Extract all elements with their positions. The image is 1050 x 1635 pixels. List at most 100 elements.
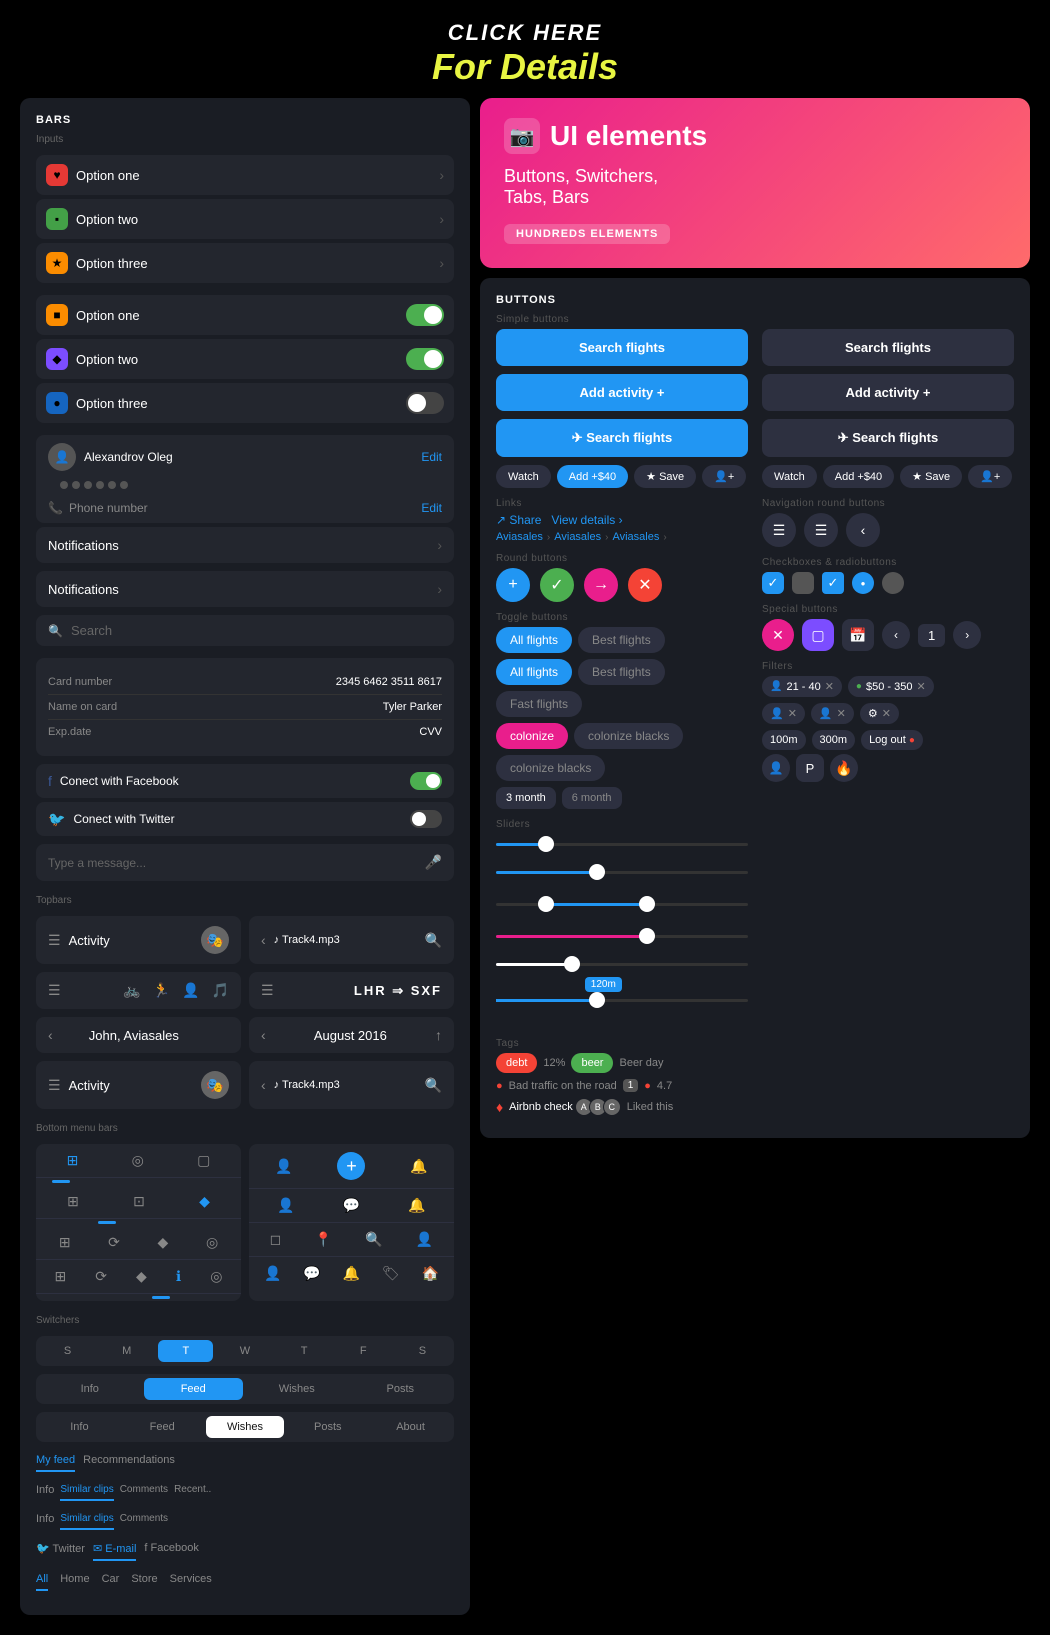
topbar-activity-1[interactable]: ☰ Activity 🎭: [36, 916, 241, 964]
facebook-toggle[interactable]: [410, 772, 442, 790]
search-flights-icon-btn-dark-1[interactable]: ✈ Search flights: [762, 419, 1014, 457]
toggle-two-switch[interactable]: [406, 348, 444, 370]
round-x-btn[interactable]: ✕: [628, 568, 662, 602]
special-square-btn[interactable]: ▢: [802, 619, 834, 651]
fp-x-2[interactable]: ✕: [837, 707, 846, 720]
connect-facebook[interactable]: f Conect with Facebook: [36, 764, 454, 798]
bm2-icon-9[interactable]: 👤: [416, 1231, 433, 1248]
filter-fire-btn[interactable]: 🔥: [830, 754, 858, 782]
bm2-icon-11[interactable]: 💬: [303, 1265, 320, 1282]
bm2-icon-13[interactable]: 🏷: [382, 1265, 400, 1282]
tab-feed-2[interactable]: Feed: [123, 1416, 202, 1438]
add-activity-btn-1[interactable]: Add activity +: [496, 374, 748, 411]
utab-services[interactable]: Services: [170, 1569, 212, 1591]
utab-car[interactable]: Car: [102, 1569, 120, 1591]
profile-edit-button[interactable]: Edit: [421, 450, 442, 464]
special-calendar-btn[interactable]: 📅: [842, 619, 874, 651]
bm-icon-6[interactable]: ◆: [199, 1193, 210, 1210]
bm2-icon-2[interactable]: 🔔: [410, 1158, 427, 1175]
nav-menu-btn-2[interactable]: ☰: [804, 513, 838, 547]
6month-btn[interactable]: 6 month: [562, 787, 622, 809]
bm2-icon-12[interactable]: 🔔: [343, 1265, 360, 1282]
bm-icon-9[interactable]: ◆: [158, 1234, 169, 1251]
colonize-blacks-btn-2[interactable]: colonize blacks: [496, 755, 605, 781]
utab-recent-1[interactable]: Recent..: [174, 1480, 211, 1501]
special-back-btn[interactable]: ‹: [882, 621, 910, 649]
tab-info-2[interactable]: Info: [40, 1416, 119, 1438]
bm2-icon-10[interactable]: 👤: [264, 1265, 281, 1282]
topbar-track-1[interactable]: ‹ ♪ Track4.mp3 🔍: [249, 916, 454, 964]
bm2-icon-1[interactable]: 👤: [275, 1158, 292, 1175]
search-flights-btn-1[interactable]: Search flights: [496, 329, 748, 366]
utab-home[interactable]: Home: [60, 1569, 89, 1591]
utab-email[interactable]: ✉ E-mail: [93, 1538, 136, 1561]
fast-flights-btn[interactable]: Fast flights: [496, 691, 582, 717]
checkbox-checked-2[interactable]: ✓: [822, 572, 844, 594]
tab-t2[interactable]: T: [277, 1340, 332, 1362]
tab-w1[interactable]: W: [217, 1340, 272, 1362]
checkbox-checked-1[interactable]: ✓: [762, 572, 784, 594]
notification-bar-2[interactable]: Notifications ›: [36, 571, 454, 607]
toggle-three-switch[interactable]: [406, 392, 444, 414]
logout-btn[interactable]: Log out ●: [861, 730, 923, 750]
breadcrumb-2[interactable]: Aviasales: [554, 531, 601, 543]
utab-comments-2[interactable]: Comments: [120, 1509, 168, 1530]
all-flights-btn-1[interactable]: All flights: [496, 627, 572, 653]
topbar-john[interactable]: ‹ John, Aviasales: [36, 1017, 241, 1053]
share-link[interactable]: ↗ Share: [496, 513, 541, 527]
bm-icon-8[interactable]: ⟳: [108, 1234, 120, 1251]
bm2-icon-8[interactable]: 🔍: [365, 1231, 382, 1248]
bm-icon-3[interactable]: ▢: [197, 1152, 210, 1169]
plus-circle-btn[interactable]: +: [337, 1152, 365, 1180]
toggle-item-two[interactable]: ◆ Option two: [36, 339, 454, 379]
tab-s2[interactable]: S: [395, 1340, 450, 1362]
utab-store[interactable]: Store: [131, 1569, 157, 1591]
list-item-option-one[interactable]: ♥ Option one ›: [36, 155, 454, 195]
utab-myfeed[interactable]: My feed: [36, 1450, 75, 1472]
round-arrow-btn[interactable]: →: [584, 568, 618, 602]
toggle-one-switch[interactable]: [406, 304, 444, 326]
tab-about-2[interactable]: About: [371, 1416, 450, 1438]
bm-icon-1[interactable]: ⊞: [67, 1152, 79, 1169]
save-btn-1[interactable]: ★ Save: [634, 465, 696, 488]
search-bar[interactable]: 🔍: [36, 615, 454, 646]
add-price-btn-1[interactable]: Add +$40: [557, 465, 628, 488]
radio-selected-1[interactable]: ●: [852, 572, 874, 594]
special-fwd-btn[interactable]: ›: [953, 621, 981, 649]
utab-similar-1[interactable]: Similar clips: [60, 1480, 113, 1501]
utab-all[interactable]: All: [36, 1569, 48, 1591]
bm2-icon-3[interactable]: 👤: [277, 1197, 294, 1214]
bm-icon-14[interactable]: ℹ: [176, 1268, 181, 1285]
add-price-btn-2[interactable]: Add +$40: [823, 465, 894, 488]
utab-similar-2[interactable]: Similar clips: [60, 1509, 113, 1530]
follow-btn-2[interactable]: 👤+: [968, 465, 1012, 488]
colonize-btn-1[interactable]: colonize: [496, 723, 568, 749]
tab-info-1[interactable]: Info: [40, 1378, 140, 1400]
filter-person-btn[interactable]: 👤: [762, 754, 790, 782]
search-flights-btn-dark-1[interactable]: Search flights: [762, 329, 1014, 366]
topbar-track-2[interactable]: ‹ ♪ Track4.mp3 🔍: [249, 1061, 454, 1109]
bm-icon-2[interactable]: ◎: [132, 1152, 144, 1169]
tab-posts-1[interactable]: Posts: [351, 1378, 451, 1400]
utab-twitter[interactable]: 🐦 Twitter: [36, 1538, 85, 1561]
phone-edit-button[interactable]: Edit: [421, 501, 442, 515]
nav-menu-btn[interactable]: ☰: [762, 513, 796, 547]
slider-2-thumb[interactable]: [589, 864, 605, 880]
tab-s1[interactable]: S: [40, 1340, 95, 1362]
bm-icon-5[interactable]: ⊡: [133, 1193, 145, 1210]
slider-6-thumb[interactable]: [589, 992, 605, 1008]
list-item-option-two[interactable]: ▪ Option two ›: [36, 199, 454, 239]
tab-m1[interactable]: M: [99, 1340, 154, 1362]
bm2-icon-14[interactable]: 🏠: [422, 1265, 439, 1282]
filter-age-x[interactable]: ✕: [825, 680, 834, 693]
watch-btn-2[interactable]: Watch: [762, 465, 817, 488]
bm-icon-13[interactable]: ◆: [136, 1268, 147, 1285]
search-input[interactable]: [71, 623, 442, 638]
bm-icon-10[interactable]: ◎: [206, 1234, 218, 1251]
tab-wishes-1[interactable]: Wishes: [247, 1378, 347, 1400]
utab-facebook[interactable]: f Facebook: [144, 1538, 198, 1561]
tab-f1[interactable]: F: [336, 1340, 391, 1362]
topbar-flight[interactable]: ☰ LHR ⇒ SXF: [249, 972, 454, 1009]
colonize-blacks-btn-1[interactable]: colonize blacks: [574, 723, 683, 749]
follow-btn-1[interactable]: 👤+: [702, 465, 746, 488]
